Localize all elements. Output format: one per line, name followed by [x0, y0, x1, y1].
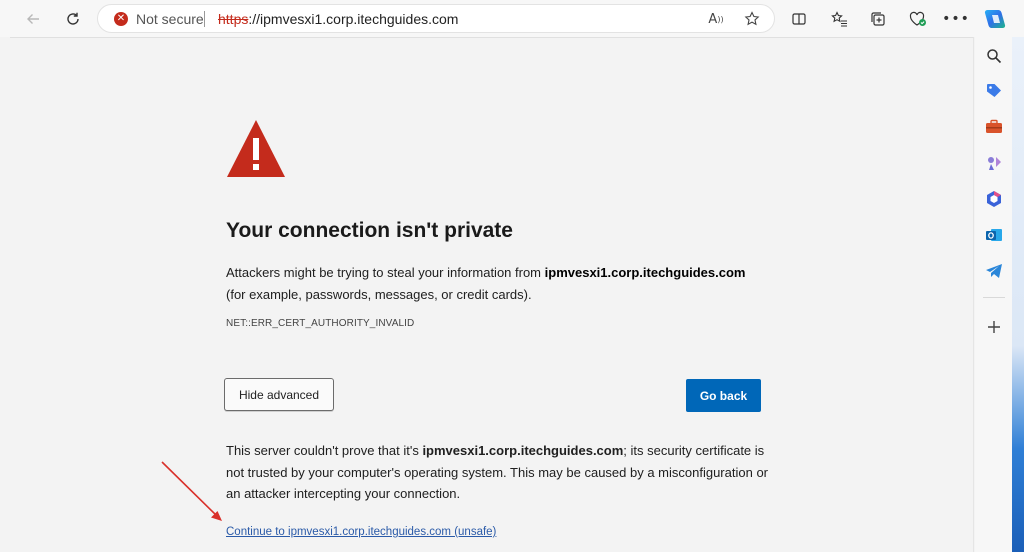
hide-advanced-button[interactable]: Hide advanced	[224, 378, 334, 411]
page-title: Your connection isn't private	[226, 219, 513, 242]
sidebar-divider	[983, 297, 1005, 298]
edge-sidebar	[975, 37, 1012, 552]
browser-essentials-icon[interactable]	[905, 6, 931, 32]
error-circle-icon[interactable]: ✕	[114, 12, 128, 26]
back-icon[interactable]	[20, 6, 46, 32]
warning-host: ipmvesxi1.corp.itechguides.com	[544, 265, 746, 280]
url-text[interactable]: https://ipmvesxi1.corp.itechguides.com	[218, 11, 458, 27]
favorite-star-icon[interactable]	[741, 8, 763, 30]
warning-message: Attackers might be trying to steal your …	[226, 262, 766, 306]
add-icon[interactable]	[984, 317, 1004, 337]
advanced-host: ipmvesxi1.corp.itechguides.com	[422, 443, 624, 458]
go-back-button[interactable]: Go back	[686, 379, 761, 412]
refresh-icon[interactable]	[60, 6, 86, 32]
favorites-icon[interactable]	[826, 6, 852, 32]
microsoft-365-icon[interactable]	[984, 189, 1004, 209]
read-aloud-icon[interactable]: A))	[705, 8, 727, 30]
advanced-details-prefix: This server couldn't prove that it's	[226, 443, 423, 458]
desktop-background-strip	[1012, 37, 1024, 552]
address-divider	[204, 11, 205, 27]
shopping-tag-icon[interactable]	[984, 81, 1004, 101]
warning-message-suffix: (for example, passwords, messages, or cr…	[226, 287, 532, 302]
browser-toolbar: ✕ Not secure https://ipmvesxi1.corp.itec…	[0, 0, 1024, 37]
tools-icon[interactable]	[984, 117, 1004, 137]
games-icon[interactable]	[984, 153, 1004, 173]
search-icon[interactable]	[984, 46, 1004, 66]
more-icon[interactable]: •••	[942, 6, 969, 32]
address-bar[interactable]: ✕ Not secure https://ipmvesxi1.corp.itec…	[97, 4, 775, 33]
not-secure-label[interactable]: Not secure	[136, 11, 204, 27]
advanced-details: This server couldn't prove that it's ipm…	[226, 440, 771, 505]
split-screen-icon[interactable]	[786, 6, 812, 32]
url-scheme: https	[218, 11, 249, 27]
outlook-icon[interactable]	[984, 225, 1004, 245]
collections-icon[interactable]	[865, 6, 891, 32]
copilot-icon[interactable]	[982, 6, 1008, 32]
telegram-icon[interactable]	[984, 261, 1004, 281]
error-code: NET::ERR_CERT_AUTHORITY_INVALID	[226, 318, 415, 329]
warning-triangle-icon	[226, 119, 286, 184]
warning-message-prefix: Attackers might be trying to steal your …	[226, 265, 545, 280]
url-host: ://ipmvesxi1.corp.itechguides.com	[248, 11, 459, 27]
continue-unsafe-link[interactable]: Continue to ipmvesxi1.corp.itechguides.c…	[226, 526, 496, 538]
